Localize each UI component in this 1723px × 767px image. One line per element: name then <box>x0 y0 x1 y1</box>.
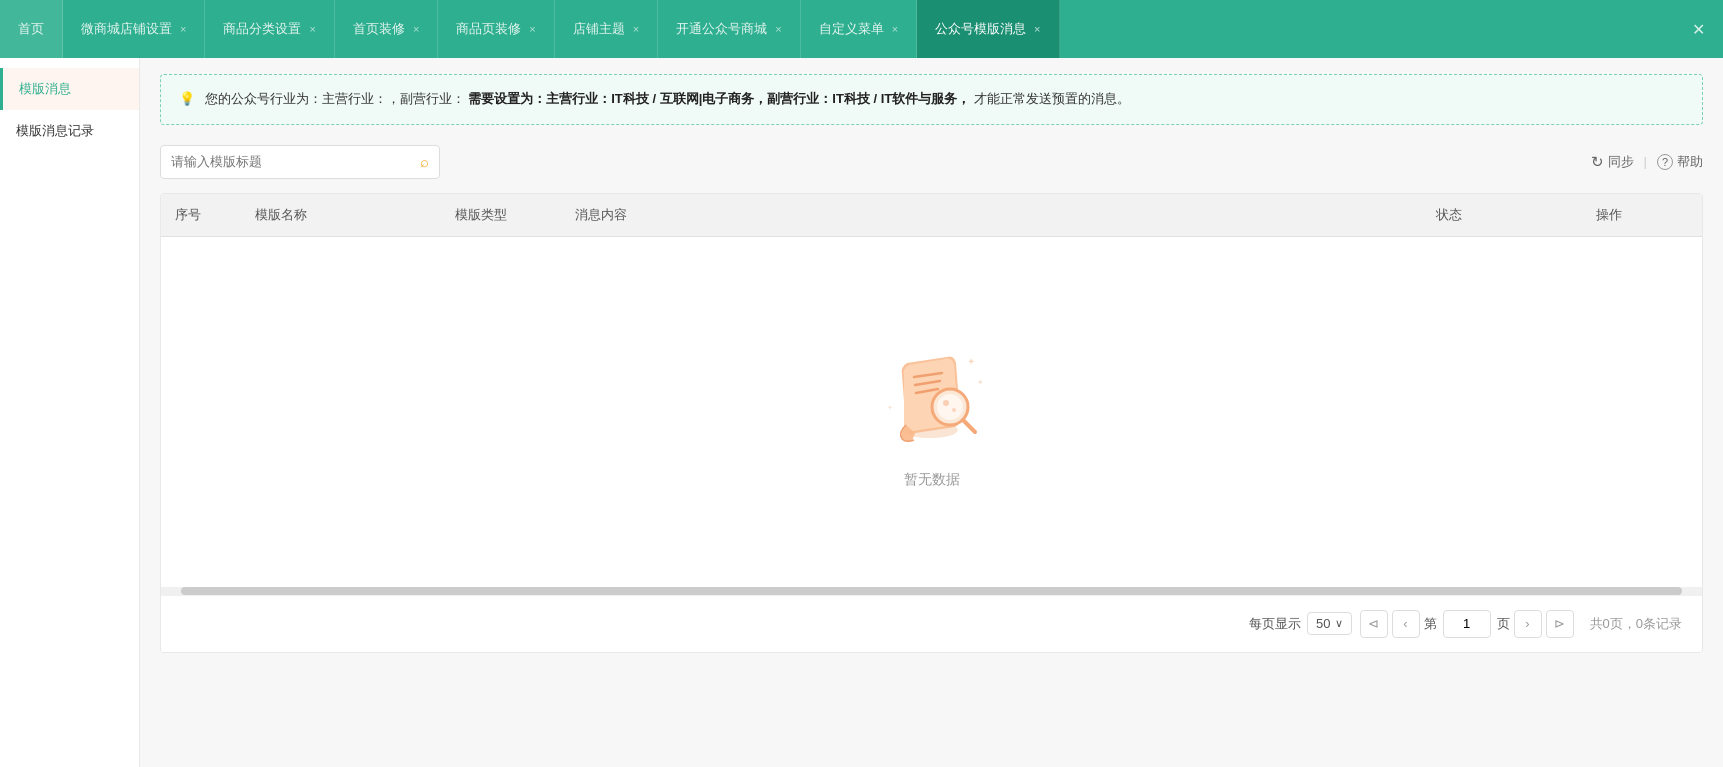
data-table: 序号 模版名称 模版类型 消息内容 状态 操作 <box>160 193 1703 653</box>
page-size-select-box[interactable]: 50 ∨ <box>1307 612 1351 635</box>
close-tab-product-decor[interactable]: × <box>529 23 535 35</box>
col-status: 状态 <box>1422 194 1582 236</box>
prev-page-icon: ‹ <box>1403 616 1407 631</box>
col-type: 模版类型 <box>441 194 561 236</box>
chevron-down-icon: ∨ <box>1335 617 1343 630</box>
first-page-button[interactable]: ⊲ <box>1360 610 1388 638</box>
tab-category[interactable]: 商品分类设置 × <box>205 0 334 58</box>
page-size-selector: 每页显示 50 ∨ <box>1249 612 1351 635</box>
help-label: 帮助 <box>1677 153 1703 171</box>
search-bar: ⌕ ↻ 同步 | ? 帮助 <box>160 145 1703 179</box>
pagination: 每页显示 50 ∨ ⊲ ‹ 第 页 <box>161 595 1702 652</box>
main-layout: 模版消息 模版消息记录 💡 您的公众号行业为：主营行业：，副营行业： 需要设置为… <box>0 58 1723 767</box>
tab-homepage-decor[interactable]: 首页装修 × <box>335 0 438 58</box>
tab-template-msg[interactable]: 公众号模版消息 × <box>917 0 1059 58</box>
first-page-icon: ⊲ <box>1368 616 1379 631</box>
table-body: ✦ ✦ ✦ 暂无数据 <box>161 237 1702 587</box>
sidebar-item-template-message[interactable]: 模版消息 <box>0 68 139 110</box>
svg-line-6 <box>963 420 975 432</box>
help-icon: ? <box>1657 154 1673 170</box>
close-tab-homepage-decor[interactable]: × <box>413 23 419 35</box>
bulb-icon: 💡 <box>179 91 195 106</box>
sync-label: 同步 <box>1608 153 1634 171</box>
close-tab-weshop[interactable]: × <box>180 23 186 35</box>
table-header: 序号 模版名称 模版类型 消息内容 状态 操作 <box>161 194 1702 237</box>
empty-state-text: 暂无数据 <box>904 471 960 489</box>
empty-svg-illustration: ✦ ✦ ✦ <box>872 335 992 455</box>
col-name: 模版名称 <box>241 194 441 236</box>
top-navigation: 首页 微商城店铺设置 × 商品分类设置 × 首页装修 × 商品页装修 × 店铺主… <box>0 0 1723 58</box>
svg-point-8 <box>952 408 956 412</box>
tab-home[interactable]: 首页 <box>0 0 63 58</box>
close-all-tabs-button[interactable]: ✕ <box>1674 20 1723 39</box>
svg-text:✦: ✦ <box>887 404 893 411</box>
close-tab-category[interactable]: × <box>309 23 315 35</box>
page-number-input[interactable] <box>1443 610 1491 638</box>
tab-open-mall-label: 开通公众号商城 <box>676 20 767 38</box>
search-input[interactable] <box>171 154 420 169</box>
search-input-wrapper[interactable]: ⌕ <box>160 145 440 179</box>
content-area: 💡 您的公众号行业为：主营行业：，副营行业： 需要设置为：主营行业：IT科技 /… <box>140 58 1723 767</box>
last-page-icon: ⊳ <box>1554 616 1565 631</box>
table-scrollbar-thumb[interactable] <box>181 587 1682 595</box>
help-button[interactable]: ? 帮助 <box>1657 153 1703 171</box>
close-tab-custom-menu[interactable]: × <box>892 23 898 35</box>
sidebar-item-template-message-record[interactable]: 模版消息记录 <box>0 110 139 152</box>
notice-text-suffix: 才能正常发送预置的消息。 <box>974 91 1130 106</box>
page-size-label: 每页显示 <box>1249 615 1301 633</box>
page-size-value: 50 <box>1316 616 1330 631</box>
page-input-wrapper: 第 页 <box>1424 610 1510 638</box>
svg-text:✦: ✦ <box>977 378 984 387</box>
page-label-after: 页 <box>1497 615 1510 633</box>
page-navigation: ⊲ ‹ 第 页 › ⊳ <box>1360 610 1574 638</box>
sidebar-item-template-message-record-label: 模版消息记录 <box>16 123 94 138</box>
tab-open-mall[interactable]: 开通公众号商城 × <box>658 0 800 58</box>
tab-product-decor-label: 商品页装修 <box>456 20 521 38</box>
tab-template-msg-label: 公众号模版消息 <box>935 20 1026 38</box>
last-page-button[interactable]: ⊳ <box>1546 610 1574 638</box>
search-actions: ↻ 同步 | ? 帮助 <box>1591 153 1703 171</box>
sync-button[interactable]: ↻ 同步 <box>1591 153 1634 171</box>
sidebar-item-template-message-label: 模版消息 <box>19 81 71 96</box>
close-tab-open-mall[interactable]: × <box>775 23 781 35</box>
tab-weshop[interactable]: 微商城店铺设置 × <box>63 0 205 58</box>
tab-custom-menu-label: 自定义菜单 <box>819 20 884 38</box>
divider: | <box>1644 154 1647 169</box>
close-tab-shop-theme[interactable]: × <box>633 23 639 35</box>
sidebar: 模版消息 模版消息记录 <box>0 58 140 767</box>
tab-product-decor[interactable]: 商品页装修 × <box>438 0 554 58</box>
col-content: 消息内容 <box>561 194 1422 236</box>
svg-point-7 <box>943 400 949 406</box>
notice-banner: 💡 您的公众号行业为：主营行业：，副营行业： 需要设置为：主营行业：IT科技 /… <box>160 74 1703 125</box>
close-tab-template-msg[interactable]: × <box>1034 23 1040 35</box>
notice-text-prefix: 您的公众号行业为：主营行业：，副营行业： <box>205 91 465 106</box>
tab-shop-theme-label: 店铺主题 <box>573 20 625 38</box>
tab-home-label: 首页 <box>18 20 44 38</box>
empty-illustration: ✦ ✦ ✦ <box>872 335 992 455</box>
col-index: 序号 <box>161 194 241 236</box>
sync-icon: ↻ <box>1591 153 1604 171</box>
table-scrollbar[interactable] <box>161 587 1702 595</box>
svg-text:✦: ✦ <box>967 356 975 367</box>
total-info: 共0页，0条记录 <box>1590 615 1682 633</box>
search-icon[interactable]: ⌕ <box>420 153 429 170</box>
next-page-button[interactable]: › <box>1514 610 1542 638</box>
tab-category-label: 商品分类设置 <box>223 20 301 38</box>
prev-page-button[interactable]: ‹ <box>1392 610 1420 638</box>
tab-shop-theme[interactable]: 店铺主题 × <box>555 0 658 58</box>
page-label-before: 第 <box>1424 615 1437 633</box>
tab-weshop-label: 微商城店铺设置 <box>81 20 172 38</box>
notice-text-highlight: 需要设置为：主营行业：IT科技 / 互联网|电子商务，副营行业：IT科技 / I… <box>468 91 970 106</box>
next-page-icon: › <box>1525 616 1529 631</box>
col-action: 操作 <box>1582 194 1702 236</box>
tab-homepage-decor-label: 首页装修 <box>353 20 405 38</box>
tab-custom-menu[interactable]: 自定义菜单 × <box>801 0 917 58</box>
svg-point-5 <box>937 394 963 420</box>
